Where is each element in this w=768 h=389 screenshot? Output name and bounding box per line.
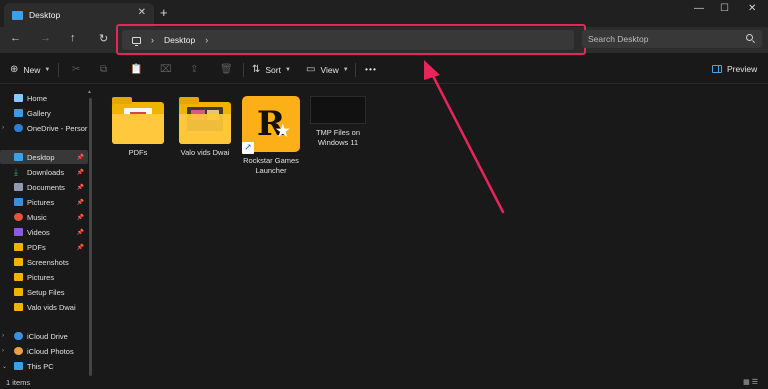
view-mode-icons[interactable]: ▦ ☰: [743, 378, 758, 386]
status-item-count: 1 items: [6, 378, 31, 387]
annotation-arrow: [424, 60, 505, 214]
